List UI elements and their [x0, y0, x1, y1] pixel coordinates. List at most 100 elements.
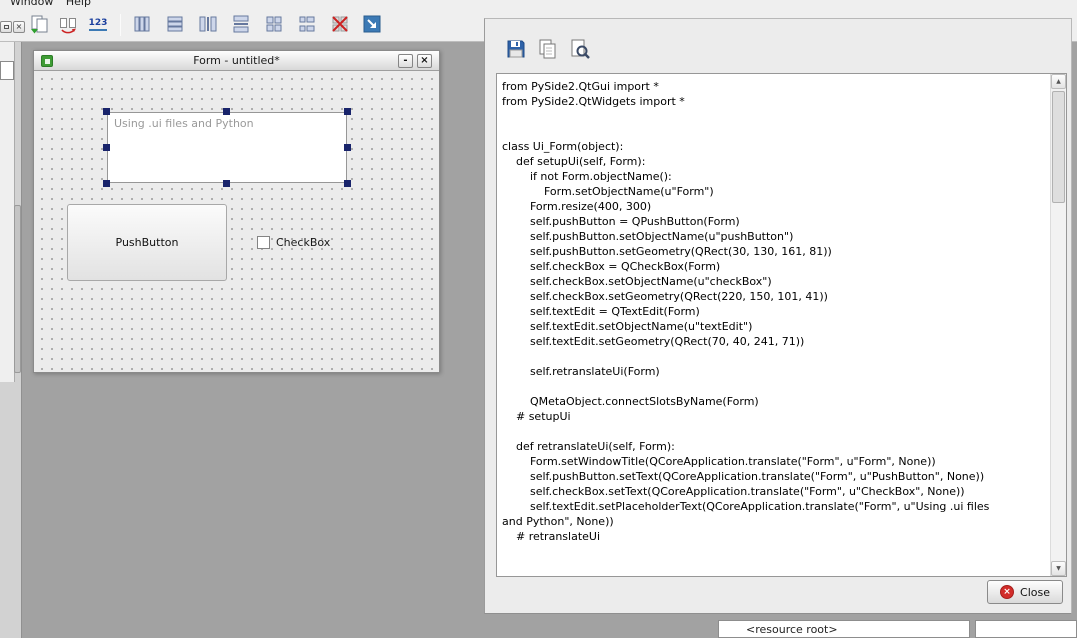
close-icon: × [16, 23, 23, 31]
widget-filter-input[interactable] [0, 61, 14, 80]
copy-icon [537, 38, 559, 60]
layout-horizontal-button[interactable] [130, 12, 154, 36]
code-view: from PySide2.QtGui import *from PySide2.… [496, 73, 1067, 577]
layout-grid-button[interactable] [262, 12, 286, 36]
pushbutton-widget[interactable]: PushButton [67, 204, 227, 281]
edit-buddies-button[interactable] [56, 12, 80, 36]
edit-buddies-icon [58, 14, 78, 34]
break-layout-icon [330, 14, 350, 34]
code-line: self.textEdit.setPlaceholderText(QCoreAp… [502, 499, 1050, 514]
resize-handle-top-left[interactable] [103, 108, 110, 115]
scroll-up-button[interactable]: ▲ [1051, 74, 1066, 89]
save-icon [505, 38, 527, 60]
layout-splitter-vertical-icon [231, 14, 251, 34]
menu-help[interactable]: Help [66, 0, 91, 8]
tab-order-icon: 123 [89, 18, 108, 31]
dock-restore-button[interactable] [0, 21, 12, 33]
layout-splitter-vertical-button[interactable] [229, 12, 253, 36]
copy-code-button[interactable] [536, 37, 560, 61]
code-line [502, 349, 1050, 364]
code-line: self.pushButton.setText(QCoreApplication… [502, 469, 1050, 484]
scroll-down-icon: ▼ [1056, 565, 1061, 572]
textedit-widget[interactable]: Using .ui files and Python [107, 112, 347, 183]
adjust-size-button[interactable] [360, 12, 384, 36]
pushbutton-label: PushButton [116, 236, 179, 249]
code-line: # setupUi [502, 409, 1050, 424]
code-line: self.pushButton.setObjectName(u"pushButt… [502, 229, 1050, 244]
code-line: Form.setObjectName(u"Form") [502, 184, 1050, 199]
resource-root-item[interactable]: <resource root> [718, 620, 970, 638]
layout-splitter-horizontal-button[interactable] [196, 12, 220, 36]
code-line: self.textEdit.setGeometry(QRect(70, 40, … [502, 334, 1050, 349]
resize-handle-bottom-middle[interactable] [223, 180, 230, 187]
code-line: self.checkBox.setText(QCoreApplication.t… [502, 484, 1050, 499]
form-window-titlebar[interactable]: Form - untitled* - × [34, 51, 439, 71]
close-x-glyph: × [1003, 588, 1011, 597]
toolbar-separator [120, 14, 121, 36]
layout-form-icon [297, 14, 317, 34]
minimize-icon: - [403, 56, 407, 66]
resize-handle-top-middle[interactable] [223, 108, 230, 115]
code-line: self.pushButton = QPushButton(Form) [502, 214, 1050, 229]
checkbox-indicator[interactable] [257, 236, 270, 249]
layout-splitter-horizontal-icon [198, 14, 218, 34]
close-window-button[interactable]: × [417, 54, 432, 68]
resource-panel-fragment [975, 620, 1077, 638]
resize-handle-bottom-left[interactable] [103, 180, 110, 187]
resize-handle-bottom-right[interactable] [344, 180, 351, 187]
code-preview-dialog: from PySide2.QtGui import *from PySide2.… [484, 18, 1072, 614]
scrollbar-thumb[interactable] [1052, 91, 1065, 203]
widget-box-panel [0, 42, 15, 382]
save-code-button[interactable] [504, 37, 528, 61]
close-circle-icon: × [1000, 585, 1014, 599]
code-line: QMetaObject.connectSlotsByName(Form) [502, 394, 1050, 409]
code-line: self.textEdit = QTextEdit(Form) [502, 304, 1050, 319]
resource-root-label: <resource root> [746, 623, 838, 636]
scroll-down-button[interactable]: ▼ [1051, 561, 1066, 576]
checkbox-label: CheckBox [276, 236, 330, 249]
form-window-title: Form - untitled* [34, 54, 439, 67]
widget-box-scrollbar[interactable] [14, 205, 21, 373]
code-line: self.pushButton.setGeometry(QRect(30, 13… [502, 244, 1050, 259]
resize-handle-top-right[interactable] [344, 108, 351, 115]
restore-icon [4, 25, 9, 29]
break-layout-button[interactable] [328, 12, 352, 36]
code-line: def setupUi(self, Form): [502, 154, 1050, 169]
resize-handle-middle-left[interactable] [103, 144, 110, 151]
dock-close-button[interactable]: × [13, 21, 25, 33]
code-line: self.checkBox.setObjectName(u"checkBox") [502, 274, 1050, 289]
scroll-up-icon: ▲ [1056, 78, 1061, 85]
resize-handle-middle-right[interactable] [344, 144, 351, 151]
code-line: self.checkBox = QCheckBox(Form) [502, 259, 1050, 274]
code-line: class Ui_Form(object): [502, 139, 1050, 154]
form-canvas[interactable]: Using .ui files and Python PushButton Ch… [34, 71, 439, 372]
edit-tab-order-button[interactable]: 123 [86, 12, 110, 36]
widget-box-dock [0, 42, 22, 638]
code-text: from PySide2.QtGui import *from PySide2.… [497, 74, 1050, 576]
code-line: from PySide2.QtWidgets import * [502, 94, 1050, 109]
code-line [502, 379, 1050, 394]
code-line: self.checkBox.setGeometry(QRect(220, 150… [502, 289, 1050, 304]
layout-vertical-button[interactable] [163, 12, 187, 36]
layout-horizontal-icon [132, 14, 152, 34]
minimize-button[interactable]: - [398, 54, 413, 68]
code-line: and Python", None)) [502, 514, 1050, 529]
form-editor-window: Form - untitled* - × Using .ui files and… [33, 50, 440, 373]
code-line: def retranslateUi(self, Form): [502, 439, 1050, 454]
layout-form-button[interactable] [295, 12, 319, 36]
menubar: Window Help [0, 0, 1077, 9]
find-in-code-button[interactable] [568, 37, 592, 61]
code-line [502, 109, 1050, 124]
code-line [502, 424, 1050, 439]
code-line [502, 124, 1050, 139]
checkbox-widget[interactable]: CheckBox [257, 235, 330, 250]
menu-window[interactable]: Window [10, 0, 53, 8]
close-dialog-button[interactable]: × Close [987, 580, 1063, 604]
code-line: from PySide2.QtGui import * [502, 79, 1050, 94]
code-line: self.retranslateUi(Form) [502, 364, 1050, 379]
textedit-selection: Using .ui files and Python [107, 112, 347, 183]
vertical-scrollbar[interactable]: ▲ ▼ [1050, 74, 1066, 576]
new-form-button[interactable] [27, 12, 51, 36]
new-form-icon [29, 14, 49, 34]
close-icon: × [420, 56, 428, 66]
